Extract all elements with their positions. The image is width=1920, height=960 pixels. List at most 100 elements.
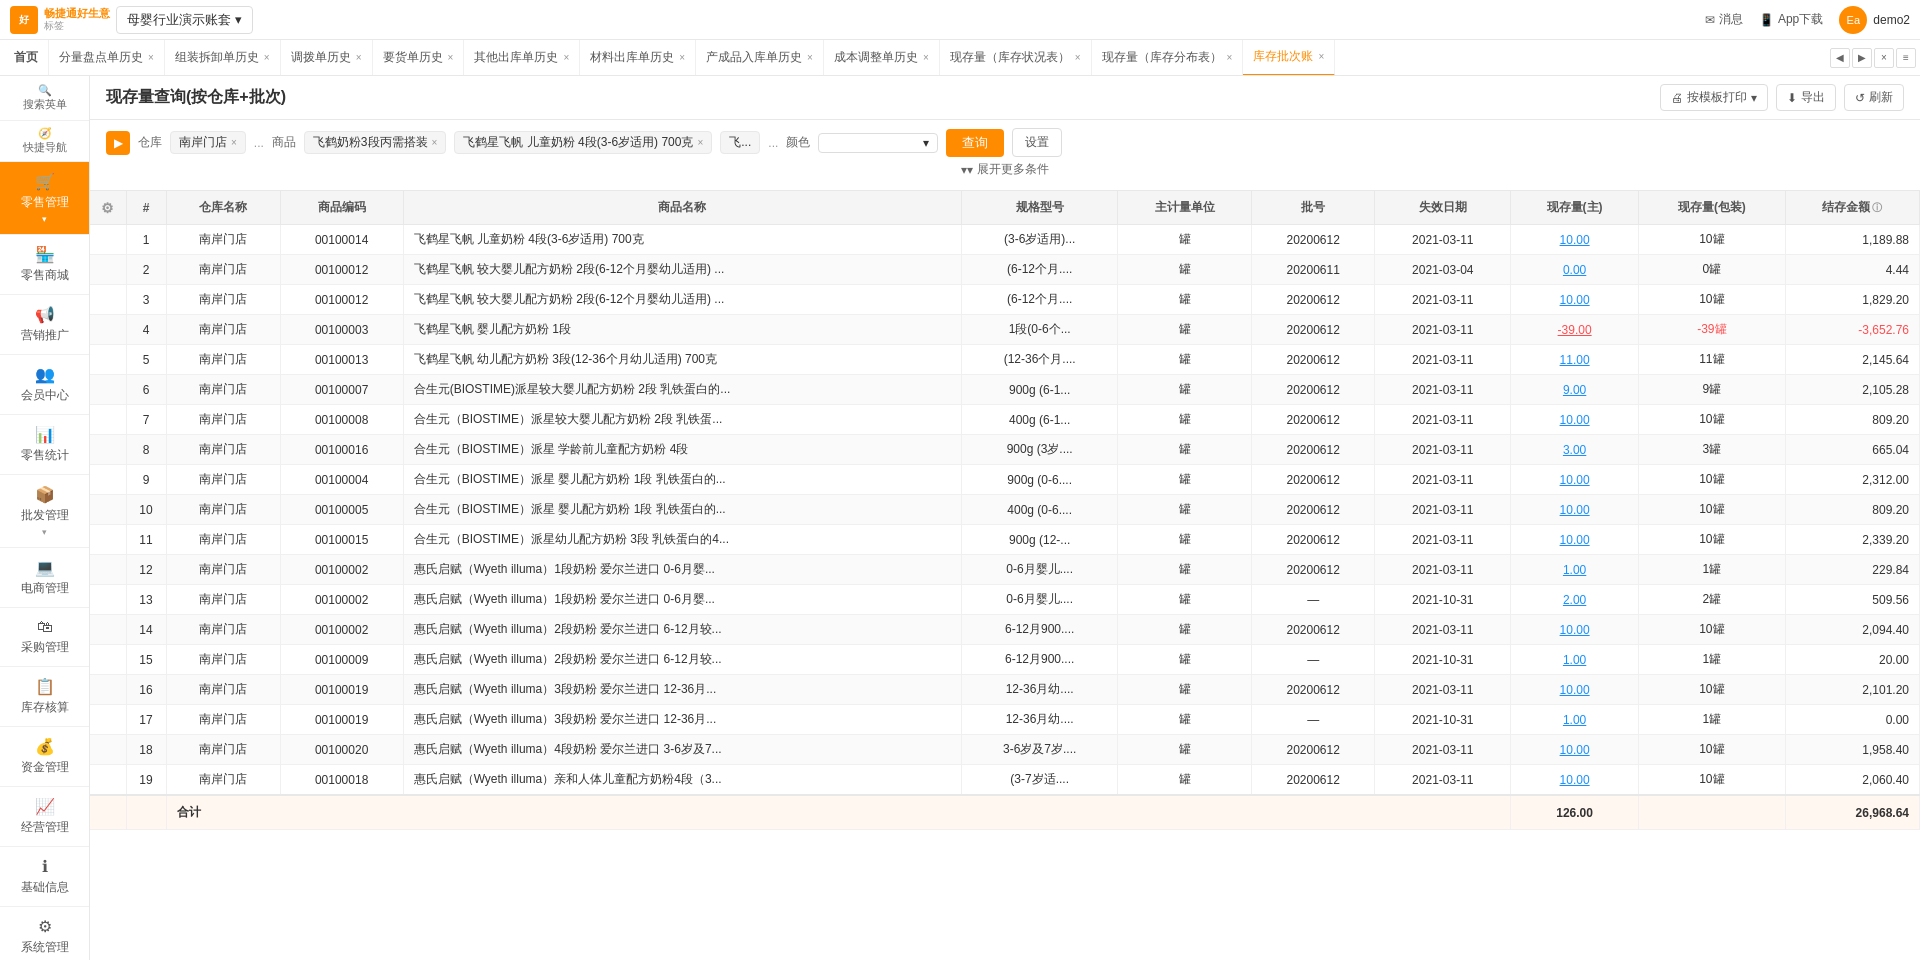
finance-icon: 💰 — [35, 737, 55, 756]
row-stock-main[interactable]: 10.00 — [1511, 735, 1638, 765]
row-balance: 0.00 — [1785, 705, 1919, 735]
row-stock-main[interactable]: 10.00 — [1511, 225, 1638, 255]
row-stock-main[interactable]: 1.00 — [1511, 645, 1638, 675]
row-unit: 罐 — [1118, 555, 1252, 585]
product-tag-2-close[interactable]: × — [697, 137, 703, 148]
product-tag-1[interactable]: 飞鹤奶粉3段丙需搭装 × — [304, 131, 447, 154]
template-print-btn[interactable]: 🖨 按模板打印 ▾ — [1660, 84, 1768, 111]
sidebar-item-basic[interactable]: ℹ 基础信息 — [0, 847, 89, 907]
row-stock-main[interactable]: 10.00 — [1511, 465, 1638, 495]
close-icon[interactable]: × — [807, 52, 813, 63]
tab-chenbengtiaozhen[interactable]: 成本调整单历史 × — [824, 40, 940, 76]
app-download-btn[interactable]: 📱 App下载 — [1759, 11, 1823, 28]
table-row: 2 南岸门店 00100012 飞鹤星飞帆 较大婴儿配方奶粉 2段(6-12个月… — [90, 255, 1920, 285]
tab-chanchengpinruku[interactable]: 产成品入库单历史 × — [696, 40, 824, 76]
row-unit: 罐 — [1118, 615, 1252, 645]
row-expire: 2021-03-11 — [1375, 465, 1511, 495]
row-stock-main[interactable]: 10.00 — [1511, 495, 1638, 525]
sidebar-search[interactable]: 🔍 搜索英单 — [0, 76, 89, 121]
settings-icon[interactable]: ⚙ — [101, 200, 114, 216]
row-stock-main[interactable]: 10.00 — [1511, 615, 1638, 645]
sidebar-quick-nav[interactable]: 🧭 快捷导航 — [0, 121, 89, 162]
table-row: 17 南岸门店 00100019 惠氏启赋（Wyeth illuma）3段奶粉 … — [90, 705, 1920, 735]
color-select[interactable]: ▾ — [818, 133, 938, 153]
close-icon[interactable]: × — [264, 52, 270, 63]
tab-nav-left[interactable]: ◀ — [1830, 48, 1850, 68]
close-icon[interactable]: × — [679, 52, 685, 63]
close-icon[interactable]: × — [563, 52, 569, 63]
row-batch: — — [1252, 705, 1375, 735]
tab-xiancunfenbu[interactable]: 现存量（库存分布表） × — [1092, 40, 1244, 76]
product-tag-2[interactable]: 飞鹤星飞帆 儿童奶粉 4段(3-6岁适用) 700克 × — [454, 131, 712, 154]
sidebar-item-mall[interactable]: 🏪 零售商城 — [0, 235, 89, 295]
tab-zuzhangchaijian[interactable]: 组装拆卸单历史 × — [165, 40, 281, 76]
org-selector[interactable]: 母婴行业演示账套 ▾ — [116, 6, 253, 34]
tab-qitachuku[interactable]: 其他出库单历史 × — [464, 40, 580, 76]
sidebar-item-system[interactable]: ⚙ 系统管理 — [0, 907, 89, 960]
expand-more-btn[interactable]: ▾▾ 展开更多条件 — [106, 157, 1904, 182]
row-stock-main[interactable]: 0.00 — [1511, 255, 1638, 285]
row-stock-main[interactable]: 10.00 — [1511, 765, 1638, 796]
tab-nav-close[interactable]: × — [1874, 48, 1894, 68]
close-icon[interactable]: × — [923, 52, 929, 63]
row-stock-main[interactable]: 11.00 — [1511, 345, 1638, 375]
row-name: 飞鹤星飞帆 儿童奶粉 4段(3-6岁适用) 700克 — [403, 225, 962, 255]
sidebar-item-retail-stats[interactable]: 📊 零售统计 — [0, 415, 89, 475]
tab-yaohuo[interactable]: 要货单历史 × — [373, 40, 465, 76]
info-icon[interactable]: ⓘ — [1872, 202, 1882, 213]
tab-nav-right[interactable]: ▶ — [1852, 48, 1872, 68]
tab-fenliangpandian[interactable]: 分量盘点单历史 × — [49, 40, 165, 76]
product-filter-label: 商品 — [272, 134, 296, 151]
close-icon[interactable]: × — [1075, 52, 1081, 63]
row-stock-main[interactable]: 1.00 — [1511, 705, 1638, 735]
tab-xiancunzhuangtai[interactable]: 现存量（库存状况表） × — [940, 40, 1092, 76]
row-stock-main[interactable]: 9.00 — [1511, 375, 1638, 405]
row-stock-main[interactable]: 10.00 — [1511, 285, 1638, 315]
settings-btn[interactable]: 设置 — [1012, 128, 1062, 157]
warehouse-tag[interactable]: 南岸门店 × — [170, 131, 246, 154]
tab-cailiaochuku[interactable]: 材料出库单历史 × — [580, 40, 696, 76]
row-stock-main[interactable]: 10.00 — [1511, 675, 1638, 705]
row-stock-main[interactable]: 10.00 — [1511, 405, 1638, 435]
row-stock-main[interactable]: 2.00 — [1511, 585, 1638, 615]
row-batch: 20200612 — [1252, 735, 1375, 765]
sidebar-item-marketing[interactable]: 📢 营销推广 — [0, 295, 89, 355]
close-icon[interactable]: × — [1227, 52, 1233, 63]
message-btn[interactable]: ✉ 消息 — [1705, 11, 1743, 28]
close-icon[interactable]: × — [148, 52, 154, 63]
close-icon[interactable]: × — [448, 52, 454, 63]
row-settings — [90, 555, 126, 585]
sidebar-item-operations[interactable]: 📈 经营管理 — [0, 787, 89, 847]
row-unit: 罐 — [1118, 435, 1252, 465]
refresh-btn[interactable]: ↺ 刷新 — [1844, 84, 1904, 111]
row-stock-main[interactable]: 1.00 — [1511, 555, 1638, 585]
tab-nav-menu[interactable]: ≡ — [1896, 48, 1916, 68]
product-tag-3[interactable]: 飞... — [720, 131, 760, 154]
row-expire: 2021-03-11 — [1375, 525, 1511, 555]
row-stock-main[interactable]: 3.00 — [1511, 435, 1638, 465]
close-icon[interactable]: × — [1318, 51, 1324, 62]
row-stock-main[interactable]: 10.00 — [1511, 525, 1638, 555]
query-btn[interactable]: 查询 — [946, 129, 1004, 157]
tab-picicizhan[interactable]: 库存批次账 × — [1243, 40, 1335, 76]
sidebar-item-finance[interactable]: 💰 资金管理 — [0, 727, 89, 787]
table-row: 16 南岸门店 00100019 惠氏启赋（Wyeth illuma）3段奶粉 … — [90, 675, 1920, 705]
sidebar-item-ecommerce[interactable]: 💻 电商管理 — [0, 548, 89, 608]
product-tag-1-close[interactable]: × — [432, 137, 438, 148]
filter-expand-btn[interactable]: ▶ — [106, 131, 130, 155]
col-settings-header[interactable]: ⚙ — [90, 191, 126, 225]
tab-diaobodanlishi[interactable]: 调拨单历史 × — [281, 40, 373, 76]
sidebar-item-wholesale[interactable]: 📦 批发管理 ▾ — [0, 475, 89, 548]
tab-home[interactable]: 首页 — [4, 40, 49, 76]
close-icon[interactable]: × — [356, 52, 362, 63]
user-area[interactable]: Ea demo2 — [1839, 6, 1910, 34]
sidebar-item-member[interactable]: 👥 会员中心 — [0, 355, 89, 415]
export-btn[interactable]: ⬇ 导出 — [1776, 84, 1836, 111]
sidebar-item-inventory[interactable]: 📋 库存核算 — [0, 667, 89, 727]
sidebar-item-retail[interactable]: 🛒 零售管理 ▾ — [0, 162, 89, 235]
row-spec: 1段(0-6个... — [962, 315, 1118, 345]
sidebar-item-purchase[interactable]: 🛍 采购管理 — [0, 608, 89, 667]
row-unit: 罐 — [1118, 225, 1252, 255]
warehouse-tag-close[interactable]: × — [231, 137, 237, 148]
row-stock-main[interactable]: -39.00 — [1511, 315, 1638, 345]
